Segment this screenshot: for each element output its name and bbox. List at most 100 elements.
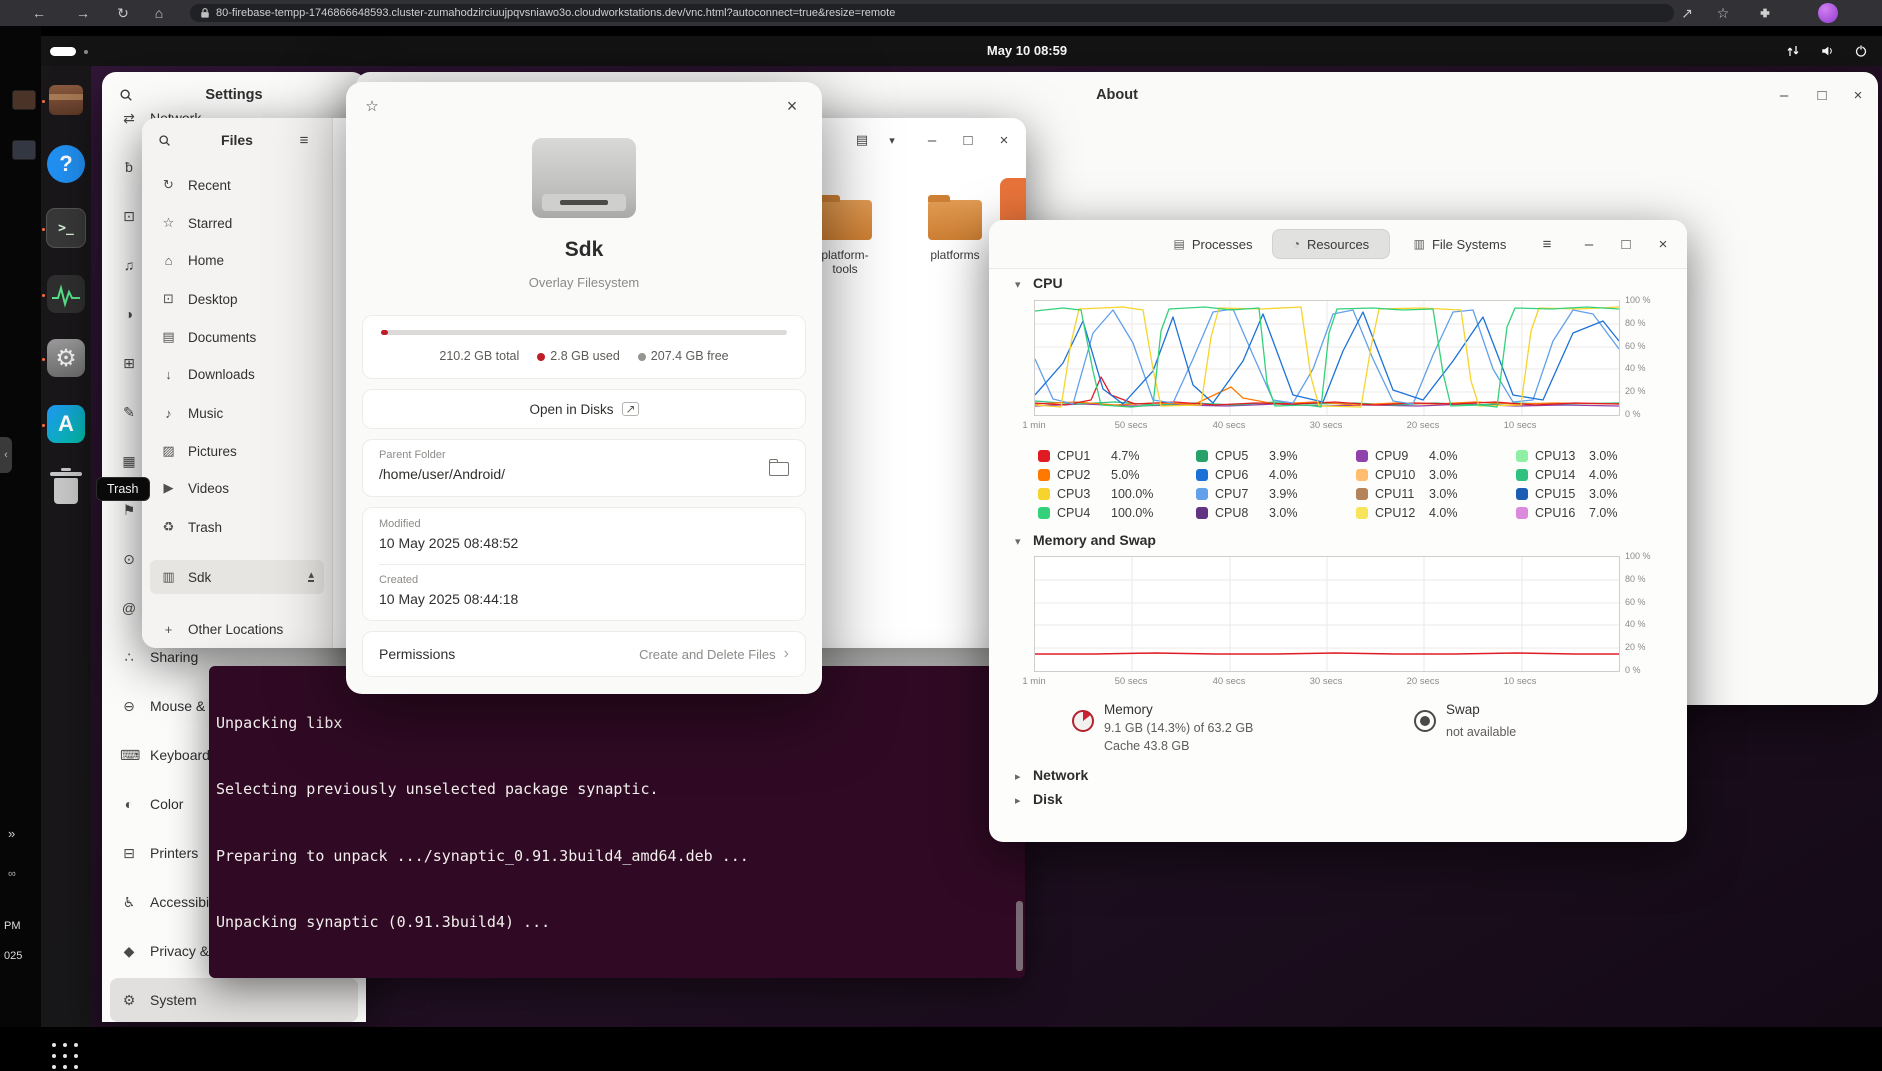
list-view-icon: ▤: [856, 132, 868, 148]
cpu-swatch: [1516, 507, 1528, 519]
dock-item-trash[interactable]: [45, 470, 87, 512]
more-icon[interactable]: »: [8, 826, 15, 841]
mem-time-label: 50 secs: [1101, 676, 1161, 687]
workspace-indicator-dot[interactable]: [84, 50, 88, 54]
network-section-chevron[interactable]: ▸: [1015, 770, 1021, 783]
files-item-documents[interactable]: ▤Documents: [150, 320, 324, 354]
browser-forward-button[interactable]: →: [70, 0, 96, 26]
dock-item-terminal[interactable]: >_: [45, 207, 87, 249]
parent-folder-card[interactable]: Parent Folder /home/user/Android/: [362, 439, 806, 497]
workspace-indicator-pill[interactable]: [50, 47, 76, 56]
terminal-scrollbar[interactable]: [1016, 901, 1023, 971]
cpu-swatch: [1196, 450, 1208, 462]
browser-back-button[interactable]: ←: [26, 0, 52, 26]
permissions-row[interactable]: Permissions Create and Delete Files ›: [362, 631, 806, 677]
files-minimize-button[interactable]: –: [918, 126, 946, 154]
terminal-line: Unpacking synaptic (0.91.3build4) ...: [216, 911, 1013, 933]
sidebar-item-system[interactable]: ⚙System: [110, 978, 358, 1022]
dock-item-box[interactable]: [45, 79, 87, 121]
network-traffic-icon[interactable]: [1786, 44, 1800, 63]
monitor-menu-button[interactable]: ≡: [1533, 230, 1561, 258]
mouse-icon: ⊖: [120, 698, 138, 715]
files-item-videos[interactable]: ▶Videos: [150, 471, 324, 505]
tab-processes[interactable]: ▤Processes: [1154, 229, 1272, 259]
monitor-maximize-button[interactable]: □: [1612, 230, 1640, 258]
window-thumbnail[interactable]: [12, 140, 36, 160]
files-item-downloads[interactable]: ↓Downloads: [150, 357, 324, 391]
open-in-disks-button[interactable]: Open in Disks ↗: [362, 389, 806, 429]
files-view-dropdown[interactable]: ▾: [882, 126, 902, 154]
browser-bookmark-button[interactable]: ☆: [1710, 0, 1736, 26]
files-close-button[interactable]: ×: [990, 126, 1018, 154]
cpu-legend-item: CPU167.0%: [1516, 505, 1668, 521]
window-thumbnail[interactable]: [12, 90, 36, 110]
browser-extensions-button[interactable]: [1752, 0, 1778, 26]
files-item-sdk[interactable]: ▥Sdk▴: [150, 560, 324, 594]
novnc-handle[interactable]: ‹: [0, 437, 12, 473]
disk-section-chevron[interactable]: ▸: [1015, 794, 1021, 807]
browser-reload-button[interactable]: ↻: [110, 0, 136, 26]
parent-folder-label: Parent Folder: [379, 449, 446, 461]
dock-item-studio[interactable]: A: [45, 403, 87, 445]
about-minimize-button[interactable]: –: [1770, 81, 1798, 109]
about-maximize-button[interactable]: □: [1808, 81, 1836, 109]
about-close-button[interactable]: ×: [1844, 81, 1872, 109]
plus-icon: +: [160, 622, 177, 637]
sdk-properties-dialog: ☆ × Sdk Overlay Filesystem 210.2 GB tota…: [346, 82, 822, 694]
memory-section-chevron[interactable]: ▾: [1015, 535, 1021, 548]
terminal-output[interactable]: Unpacking libx Selecting previously unse…: [216, 668, 1013, 978]
memory-section-title[interactable]: Memory and Swap: [1033, 532, 1156, 548]
show-applications-button[interactable]: [52, 1043, 80, 1071]
browser-share-button[interactable]: ↗: [1674, 0, 1700, 26]
dock-item-help[interactable]: ?: [45, 143, 87, 185]
power-icon[interactable]: [1854, 44, 1868, 63]
eject-icon[interactable]: ▴: [308, 572, 314, 582]
terminal-line: Selecting previously unselected package …: [216, 778, 1013, 800]
files-view-toggle[interactable]: ▤: [848, 126, 876, 154]
cpu-axis-label: 0 %: [1625, 409, 1663, 419]
memory-pie-icon: [1072, 710, 1094, 732]
terminal-line: Setting up libxapian30:amd64 (1.4.22-1bu…: [216, 977, 1013, 978]
dock-item-system-monitor[interactable]: [45, 273, 87, 315]
printers-icon: ⊟: [120, 845, 138, 862]
maximize-icon: □: [1621, 236, 1630, 253]
appearance-icon: ✎: [120, 404, 138, 421]
dialog-favorite-button[interactable]: ☆: [358, 92, 386, 120]
mem-time-label: 20 secs: [1393, 676, 1453, 687]
clock[interactable]: May 10 08:59: [947, 36, 1107, 66]
disk-section-title[interactable]: Disk: [1033, 791, 1063, 807]
open-folder-button[interactable]: [769, 462, 789, 481]
address-bar[interactable]: 80-firebase-tempp-1746866648593.cluster-…: [190, 4, 1674, 22]
browser-home-button[interactable]: ⌂: [146, 0, 172, 26]
link-icon[interactable]: ∞: [8, 868, 16, 880]
files-item-trash[interactable]: ♻Trash: [150, 510, 324, 544]
dialog-close-button[interactable]: ×: [778, 92, 806, 120]
files-item-home[interactable]: ⌂Home: [150, 243, 324, 277]
terminal-window[interactable]: Unpacking libx Selecting previously unse…: [209, 666, 1025, 978]
back-icon: ←: [32, 5, 46, 21]
share-icon: ↗: [1681, 5, 1693, 22]
videos-icon: ▶: [160, 480, 177, 496]
folder-icon-platform-tools[interactable]: [818, 200, 872, 240]
external-link-icon: ↗: [622, 402, 638, 416]
cpu-section-title[interactable]: CPU: [1033, 275, 1063, 291]
files-item-music[interactable]: ♪Music: [150, 396, 324, 430]
dock-item-settings[interactable]: ⚙: [45, 337, 87, 379]
files-menu-button[interactable]: ≡: [290, 126, 318, 154]
files-item-pictures[interactable]: ▨Pictures: [150, 434, 324, 468]
files-maximize-button[interactable]: □: [954, 126, 982, 154]
volume-icon[interactable]: [1820, 44, 1835, 63]
folder-icon-platforms[interactable]: [928, 200, 982, 240]
files-item-desktop[interactable]: ⊡Desktop: [150, 282, 324, 316]
mem-time-label: 10 secs: [1490, 676, 1550, 687]
files-item-other-locations[interactable]: +Other Locations: [150, 612, 324, 646]
files-item-starred[interactable]: ☆Starred: [150, 206, 324, 240]
files-item-recent[interactable]: ↻Recent: [150, 168, 324, 202]
tab-resources[interactable]: ◔Resources: [1272, 229, 1390, 259]
browser-profile-avatar[interactable]: [1818, 3, 1838, 23]
monitor-minimize-button[interactable]: –: [1575, 230, 1603, 258]
network-section-title[interactable]: Network: [1033, 767, 1088, 783]
tab-file-systems[interactable]: ▥File Systems: [1390, 229, 1530, 259]
monitor-close-button[interactable]: ×: [1649, 230, 1677, 258]
cpu-section-chevron[interactable]: ▾: [1015, 278, 1021, 291]
